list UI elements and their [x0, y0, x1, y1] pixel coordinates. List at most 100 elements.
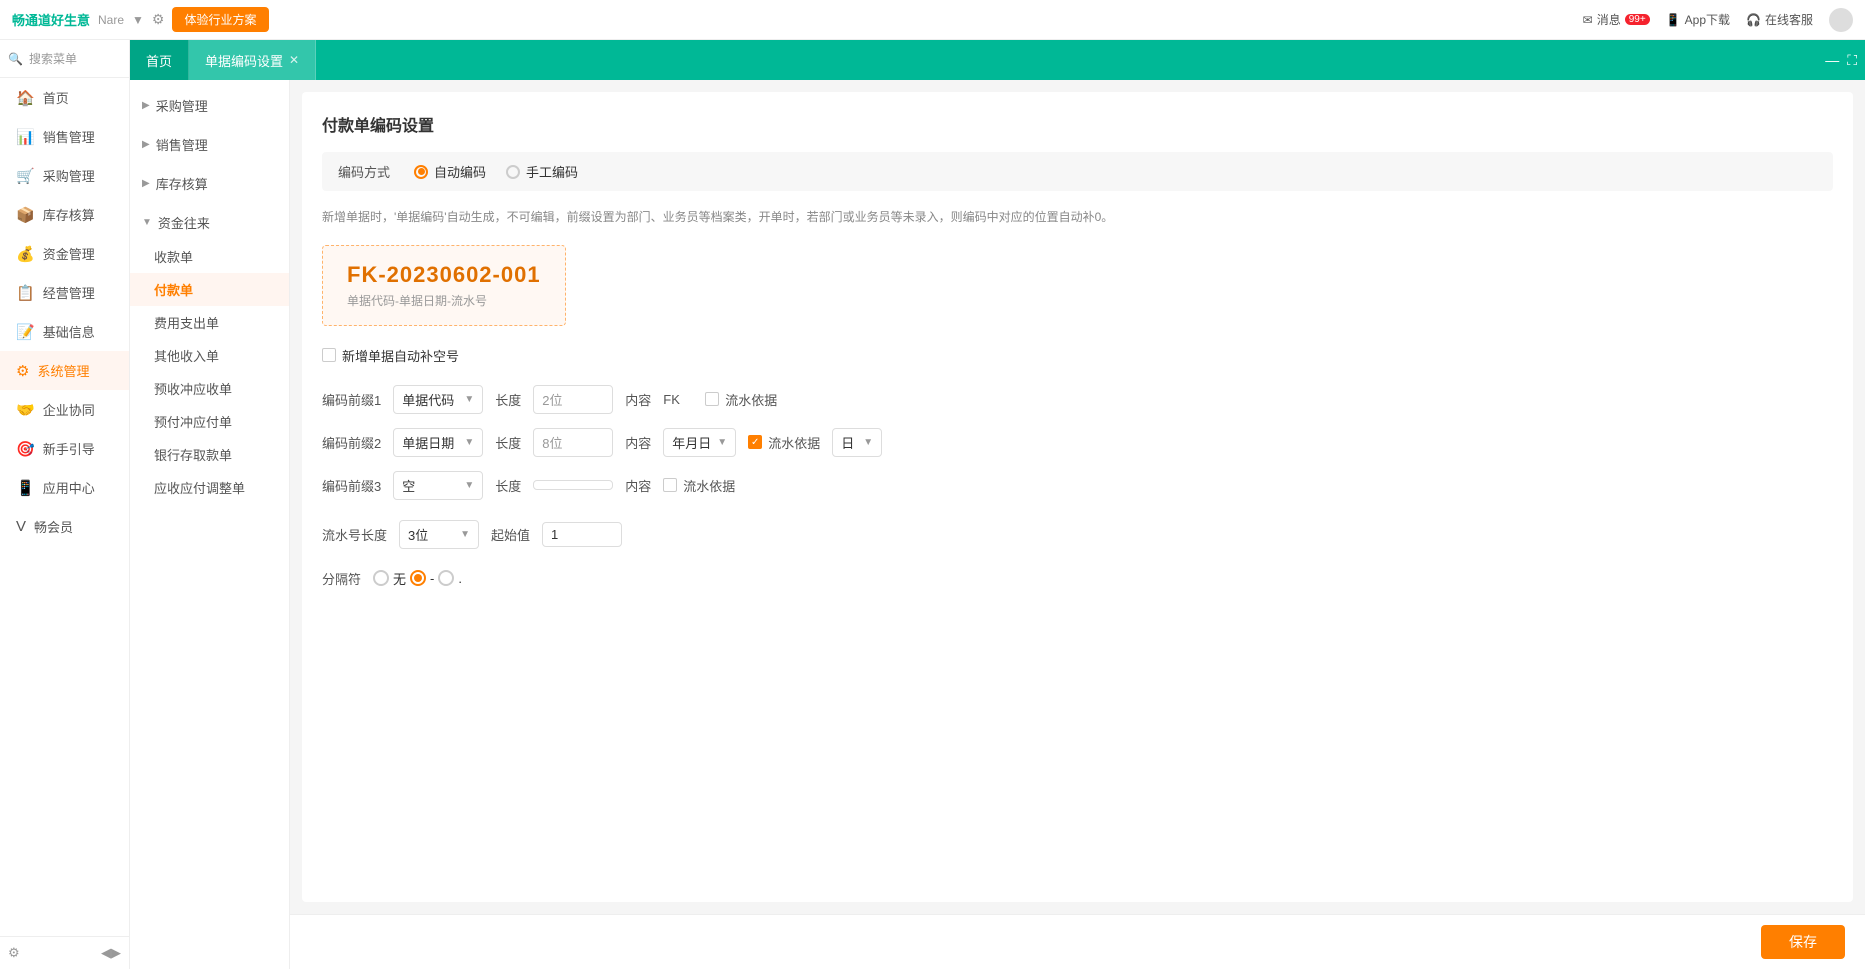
sidebar-item-system[interactable]: ⚙ 系统管理 — [0, 351, 129, 390]
sidebar-item-basic[interactable]: 📝 基础信息 — [0, 312, 129, 351]
message-item[interactable]: ✉ 消息 99+ — [1583, 11, 1650, 28]
menu-item-bank-deposit[interactable]: 银行存取款单 — [130, 438, 289, 471]
serial1-check[interactable]: 流水依据 — [705, 390, 777, 409]
system-icon: ⚙ — [16, 362, 29, 380]
message-label: 消息 — [1597, 11, 1621, 28]
serial2-check[interactable]: ✓ 流水依据 — [748, 433, 820, 452]
dropdown-arrow-icon: ▼ — [464, 480, 474, 491]
message-badge: 99+ — [1625, 14, 1650, 25]
sidebar-item-label: 新手引导 — [43, 439, 95, 458]
menu-item-payment[interactable]: 付款单 — [130, 273, 289, 306]
tab-home-label: 首页 — [146, 51, 172, 70]
settings-bottom-icon[interactable]: ⚙ — [8, 945, 20, 961]
serial2-select-value: 日 — [841, 433, 854, 452]
settings-icon[interactable]: ⚙ — [152, 11, 165, 28]
serial2-checkbox: ✓ — [748, 435, 762, 449]
sidebar-item-home[interactable]: 🏠 首页 — [0, 78, 129, 117]
serial3-check[interactable]: 流水依据 — [663, 476, 735, 495]
menu-header-sales[interactable]: ▶ 销售管理 — [130, 127, 289, 162]
download-icon: 📱 — [1666, 13, 1681, 27]
length3-input[interactable] — [533, 480, 613, 490]
example-box: FK-20230602-001 单据代码-单据日期-流水号 — [322, 245, 566, 326]
dropdown-arrow-icon[interactable]: ▼ — [132, 13, 144, 27]
main-content: 付款单编码设置 编码方式 自动编码 手工编码 — [290, 80, 1865, 969]
home-icon: 🏠 — [16, 89, 35, 107]
menu-header-label: 采购管理 — [156, 96, 208, 115]
serial1-checkbox — [705, 392, 719, 406]
tab-maximize-icon[interactable]: ⛶ — [1847, 52, 1857, 69]
auto-fill-row[interactable]: 新增单据自动补空号 — [322, 346, 1833, 365]
menu-header-purchase[interactable]: ▶ 采购管理 — [130, 88, 289, 123]
length2-input[interactable]: 8位 — [533, 428, 613, 457]
start-value-input[interactable]: 1 — [542, 522, 622, 547]
config-section: 编码前缀1 单据代码 ▼ 长度 2位 内容 FK 流水依据 — [322, 385, 1833, 500]
radio-manual[interactable]: 手工编码 — [506, 162, 578, 181]
serial3-label: 流水依据 — [683, 476, 735, 495]
sidebar-nav: 🏠 首页 📊 销售管理 🛒 采购管理 📦 库存核算 💰 资金管理 📋 经 — [0, 78, 129, 936]
length3-label: 长度 — [495, 476, 521, 495]
prefix2-value: 单据日期 — [402, 433, 454, 452]
encode-method-label: 编码方式 — [338, 162, 390, 181]
menu-header-inventory[interactable]: ▶ 库存核算 — [130, 166, 289, 201]
sidebar-item-label: 销售管理 — [43, 127, 95, 146]
menu-item-expense[interactable]: 费用支出单 — [130, 306, 289, 339]
menu-item-advance-payable[interactable]: 预付冲应付单 — [130, 405, 289, 438]
sidebar-item-label: 应用中心 — [43, 478, 95, 497]
sidebar-search[interactable]: 🔍 搜索菜单 — [0, 40, 129, 78]
tab-minimize-icon[interactable]: — — [1825, 52, 1839, 68]
menu-group-sales: ▶ 销售管理 — [130, 127, 289, 162]
sidebar-item-inventory[interactable]: 📦 库存核算 — [0, 195, 129, 234]
sidebar-item-operation[interactable]: 📋 经营管理 — [0, 273, 129, 312]
sidebar-item-partner[interactable]: 🤝 企业协同 — [0, 390, 129, 429]
sidebar-item-purchase[interactable]: 🛒 采购管理 — [0, 156, 129, 195]
sidebar-item-guide[interactable]: 🎯 新手引导 — [0, 429, 129, 468]
app-download-item[interactable]: 📱 App下载 — [1666, 11, 1730, 28]
menu-item-advance-receivable[interactable]: 预收冲应收单 — [130, 372, 289, 405]
sidebar-item-label: 经营管理 — [43, 283, 95, 302]
content2-select[interactable]: 年月日 ▼ — [663, 428, 736, 457]
prefix3-select[interactable]: 空 ▼ — [393, 471, 483, 500]
prefix2-select[interactable]: 单据日期 ▼ — [393, 428, 483, 457]
sidebar-item-vip[interactable]: V 畅会员 — [0, 507, 129, 546]
serial-length-value: 3位 — [408, 525, 428, 544]
tab-home[interactable]: 首页 — [130, 40, 189, 80]
sep-dot[interactable] — [438, 570, 454, 586]
length2-label: 长度 — [495, 433, 521, 452]
chevron-right-icon: ▶ — [142, 178, 150, 189]
sidebar-item-label: 资金管理 — [43, 244, 95, 263]
save-button[interactable]: 保存 — [1761, 925, 1845, 959]
tab-bill-code[interactable]: 单据编码设置 ✕ — [189, 40, 316, 80]
sidebar-item-sales[interactable]: 📊 销售管理 — [0, 117, 129, 156]
trial-btn[interactable]: 体验行业方案 — [172, 7, 268, 32]
length1-label: 长度 — [495, 390, 521, 409]
content2-value: 年月日 — [672, 433, 711, 452]
auto-fill-checkbox[interactable] — [322, 348, 336, 362]
prefix1-label: 编码前缀1 — [322, 390, 381, 409]
auto-fill-label: 新增单据自动补空号 — [342, 346, 459, 365]
menu-item-other-income[interactable]: 其他收入单 — [130, 339, 289, 372]
sidebar-item-label: 库存核算 — [43, 205, 95, 224]
menu-item-ap-adjustment[interactable]: 应收应付调整单 — [130, 471, 289, 504]
user-avatar[interactable] — [1829, 8, 1853, 32]
sidebar-item-appstore[interactable]: 📱 应用中心 — [0, 468, 129, 507]
prefix1-select[interactable]: 单据代码 ▼ — [393, 385, 483, 414]
start-value-label: 起始值 — [491, 525, 530, 544]
finance-icon: 💰 — [16, 245, 35, 263]
menu-item-receipt[interactable]: 收款单 — [130, 240, 289, 273]
panel-layout: ▶ 采购管理 ▶ 销售管理 ▶ 库存核算 — [130, 80, 1865, 969]
tab-close-icon[interactable]: ✕ — [289, 53, 299, 67]
serial3-checkbox — [663, 478, 677, 492]
online-service-item[interactable]: 🎧 在线客服 — [1746, 11, 1813, 28]
sep-none[interactable] — [373, 570, 389, 586]
sep-dash[interactable] — [410, 570, 426, 586]
content2-label: 内容 — [625, 433, 651, 452]
radio-auto[interactable]: 自动编码 — [414, 162, 486, 181]
serial1-label: 流水依据 — [725, 390, 777, 409]
dropdown-arrow-icon: ▼ — [464, 437, 474, 448]
serial2-select[interactable]: 日 ▼ — [832, 428, 882, 457]
collapse-icon[interactable]: ◀▶ — [101, 945, 121, 961]
sidebar-item-finance[interactable]: 💰 资金管理 — [0, 234, 129, 273]
length1-input[interactable]: 2位 — [533, 385, 613, 414]
serial-length-select[interactable]: 3位 ▼ — [399, 520, 479, 549]
menu-header-capital[interactable]: ▼ 资金往来 — [130, 205, 289, 240]
